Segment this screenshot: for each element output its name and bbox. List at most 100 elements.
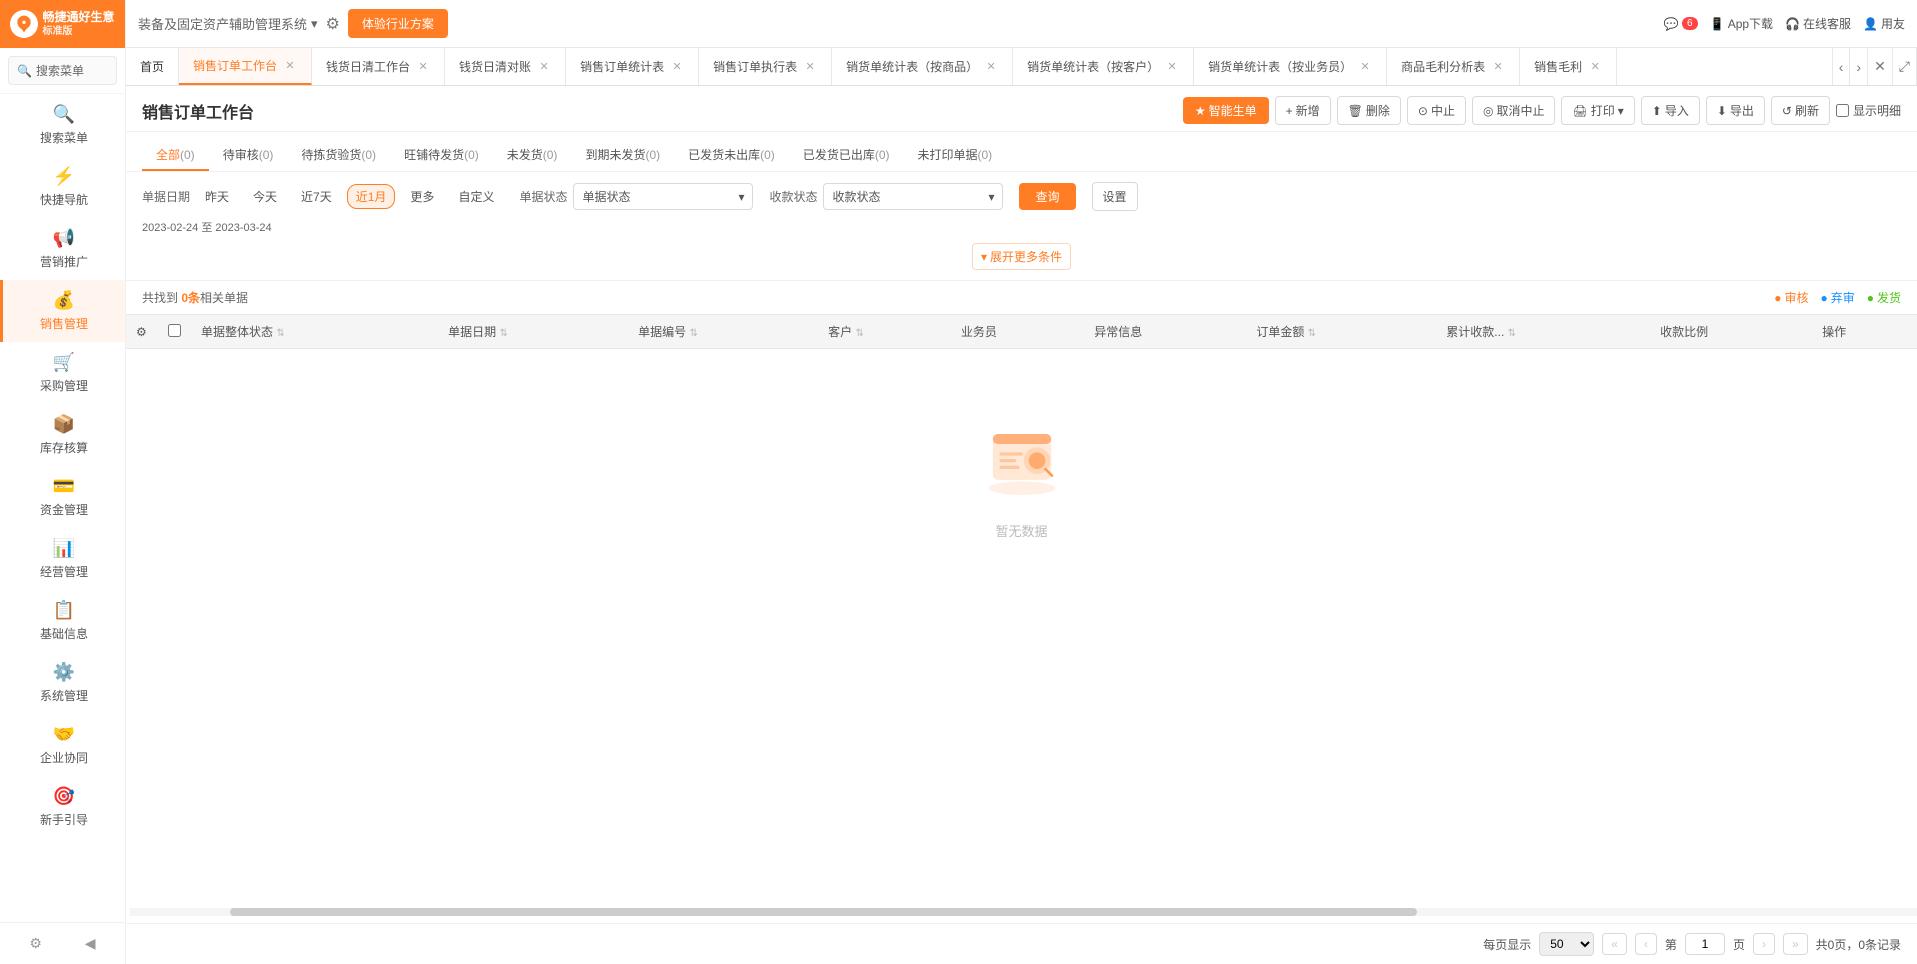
- sub-tab-not-shipped[interactable]: 未发货(0): [493, 140, 572, 171]
- suspend-btn[interactable]: ⊙ 中止: [1407, 96, 1466, 125]
- first-page-btn[interactable]: «: [1602, 933, 1627, 955]
- tab-close-cash-daily[interactable]: ✕: [416, 60, 430, 74]
- th-date[interactable]: 单据日期 ⇅: [438, 315, 628, 349]
- add-btn[interactable]: + 新增: [1275, 96, 1331, 125]
- status-select[interactable]: 单据状态 ▾: [573, 183, 753, 210]
- sub-tab-shipped-not-out[interactable]: 已发货未出库(0): [674, 140, 789, 171]
- sidebar-item-purchase[interactable]: 🛒 采购管理: [0, 342, 125, 404]
- date-option-更多[interactable]: 更多: [401, 184, 443, 209]
- tab-close-goods-stat-product[interactable]: ✕: [984, 60, 998, 74]
- tab-close-sales-profit[interactable]: ✕: [1588, 60, 1602, 74]
- user-area[interactable]: 👤 用友: [1863, 15, 1905, 32]
- sub-tab-not-printed[interactable]: 未打印单据(0): [904, 140, 1007, 171]
- th-status[interactable]: 单据整体状态 ⇅: [191, 315, 438, 349]
- page-input[interactable]: [1685, 933, 1725, 955]
- next-page-btn[interactable]: ›: [1753, 933, 1775, 955]
- collapse-icon[interactable]: ◀: [81, 931, 100, 956]
- th-checkbox[interactable]: [158, 315, 191, 349]
- smart-create-btn[interactable]: ★ 智能生单: [1183, 97, 1269, 124]
- tab-sales-profit[interactable]: 销售毛利✕: [1520, 48, 1617, 85]
- ship-action[interactable]: ● 发货: [1867, 289, 1901, 306]
- tab-goods-stat-staff[interactable]: 销货单统计表（按业务员）✕: [1194, 48, 1387, 85]
- tab-close-sales-workbench[interactable]: ✕: [283, 59, 297, 73]
- show-detail-checkbox[interactable]: 显示明细: [1836, 102, 1901, 119]
- prev-page-btn[interactable]: ‹: [1635, 933, 1657, 955]
- sub-tab-pending-inspect[interactable]: 待拣货验货(0): [287, 140, 390, 171]
- setting-btn[interactable]: 设置: [1092, 182, 1138, 211]
- sub-tab-shipped-out[interactable]: 已发货已出库(0): [789, 140, 904, 171]
- tab-goods-margin[interactable]: 商品毛利分析表✕: [1387, 48, 1520, 85]
- tab-label-cash-reconcile: 钱货日清对账: [459, 58, 531, 75]
- sidebar-item-search[interactable]: 🔍 搜索菜单: [0, 94, 125, 156]
- message-icon-area[interactable]: 💬 6: [1664, 17, 1698, 31]
- review-action[interactable]: ● 审核: [1774, 289, 1808, 306]
- system-title-dropdown[interactable]: 装备及固定资产辅助管理系统 ▾: [138, 14, 318, 33]
- sidebar-item-guide[interactable]: 🎯 新手引导: [0, 776, 125, 838]
- sub-tab-overdue-not-shipped[interactable]: 到期未发货(0): [571, 140, 674, 171]
- cancel-suspend-btn[interactable]: ◎ 取消中止: [1472, 96, 1556, 125]
- expand-btn[interactable]: ▾ 展开更多条件: [972, 243, 1071, 270]
- sidebar-item-quick-nav[interactable]: ⚡ 快捷导航: [0, 156, 125, 218]
- select-all-checkbox[interactable]: [168, 324, 181, 337]
- tab-close-cash-reconcile[interactable]: ✕: [537, 60, 551, 74]
- online-support-link[interactable]: 🎧 在线客服: [1785, 15, 1851, 32]
- date-option-近1月[interactable]: 近1月: [347, 184, 396, 209]
- revoke-action[interactable]: ● 弃审: [1820, 289, 1854, 306]
- tab-goods-stat-customer[interactable]: 销货单统计表（按客户）✕: [1013, 48, 1194, 85]
- gear-icon[interactable]: ⚙: [326, 14, 340, 34]
- tab-close-sales-exec[interactable]: ✕: [803, 60, 817, 74]
- tab-close-goods-stat-staff[interactable]: ✕: [1358, 60, 1372, 74]
- tab-sales-stat[interactable]: 销售订单统计表✕: [566, 48, 699, 85]
- tab-cash-reconcile[interactable]: 钱货日清对账 ✕: [445, 48, 566, 85]
- sidebar-item-sales[interactable]: 💰 销售管理: [0, 280, 125, 342]
- date-option-自定义[interactable]: 自定义: [449, 184, 503, 209]
- export-btn[interactable]: ⬇ 导出: [1706, 96, 1765, 125]
- payment-select[interactable]: 收款状态 ▾: [823, 183, 1003, 210]
- sidebar-item-system[interactable]: ⚙️ 系统管理: [0, 652, 125, 714]
- settings-bottom-icon[interactable]: ⚙: [25, 931, 46, 956]
- sidebar-item-enterprise[interactable]: 🤝 企业协同: [0, 714, 125, 776]
- th-settings[interactable]: ⚙: [126, 315, 158, 349]
- tab-maximize[interactable]: ⤢: [1893, 48, 1917, 85]
- tab-home[interactable]: 首页: [126, 48, 179, 85]
- sort-icon-status: ⇅: [276, 328, 284, 339]
- last-page-btn[interactable]: »: [1783, 933, 1808, 955]
- tab-scroll-right[interactable]: ›: [1850, 48, 1868, 85]
- th-customer[interactable]: 客户 ⇅: [818, 315, 951, 349]
- tab-close-sales-stat[interactable]: ✕: [670, 60, 684, 74]
- sidebar-item-finance[interactable]: 💳 资金管理: [0, 466, 125, 528]
- horizontal-scrollbar-thumb[interactable]: [230, 908, 1417, 916]
- tab-close-goods-margin[interactable]: ✕: [1491, 60, 1505, 74]
- sidebar-item-inventory[interactable]: 📦 库存核算: [0, 404, 125, 466]
- per-page-select[interactable]: 50 10 20 100: [1539, 932, 1594, 956]
- search-menu-button[interactable]: 🔍 搜索菜单: [8, 56, 117, 85]
- sub-tab-pending-review[interactable]: 待审核(0): [209, 140, 288, 171]
- tab-sales-workbench[interactable]: 销售订单工作台✕: [179, 48, 312, 85]
- tab-goods-stat-product[interactable]: 销货单统计表（按商品）✕: [832, 48, 1013, 85]
- delete-btn[interactable]: 🗑 删除: [1337, 96, 1401, 125]
- query-btn[interactable]: 查询: [1019, 183, 1075, 210]
- th-collected[interactable]: 累计收款... ⇅: [1436, 315, 1650, 349]
- sub-tab-wangpu-pending[interactable]: 旺铺待发货(0): [390, 140, 493, 171]
- date-option-昨天[interactable]: 昨天: [196, 184, 238, 209]
- sub-tab-list: 全部(0)待审核(0)待拣货验货(0)旺铺待发货(0)未发货(0)到期未发货(0…: [142, 140, 1006, 171]
- tab-scroll-left[interactable]: ‹: [1833, 48, 1851, 85]
- tab-close-all[interactable]: ✕: [1868, 48, 1893, 85]
- app-download-link[interactable]: 📱 App下载: [1710, 15, 1773, 32]
- th-number[interactable]: 单据编号 ⇅: [628, 315, 818, 349]
- sidebar-item-base-info[interactable]: 📋 基础信息: [0, 590, 125, 652]
- date-option-近7天[interactable]: 近7天: [292, 184, 341, 209]
- sidebar-item-marketing[interactable]: 📢 营销推广: [0, 218, 125, 280]
- th-amount[interactable]: 订单金额 ⇅: [1246, 315, 1436, 349]
- sidebar-item-operation[interactable]: 📊 经营管理: [0, 528, 125, 590]
- tab-cash-daily[interactable]: 钱货日清工作台✕: [312, 48, 445, 85]
- tab-sales-exec[interactable]: 销售订单执行表✕: [699, 48, 832, 85]
- tab-close-goods-stat-customer[interactable]: ✕: [1165, 60, 1179, 74]
- date-option-今天[interactable]: 今天: [244, 184, 286, 209]
- print-btn[interactable]: 🖨 打印 ▾: [1561, 96, 1634, 125]
- industry-btn[interactable]: 体验行业方案: [348, 9, 448, 38]
- import-btn[interactable]: ⬆ 导入: [1641, 96, 1700, 125]
- refresh-btn[interactable]: ↺ 刷新: [1771, 96, 1830, 125]
- sub-tab-all[interactable]: 全部(0): [142, 140, 209, 171]
- show-detail-input[interactable]: [1836, 104, 1849, 117]
